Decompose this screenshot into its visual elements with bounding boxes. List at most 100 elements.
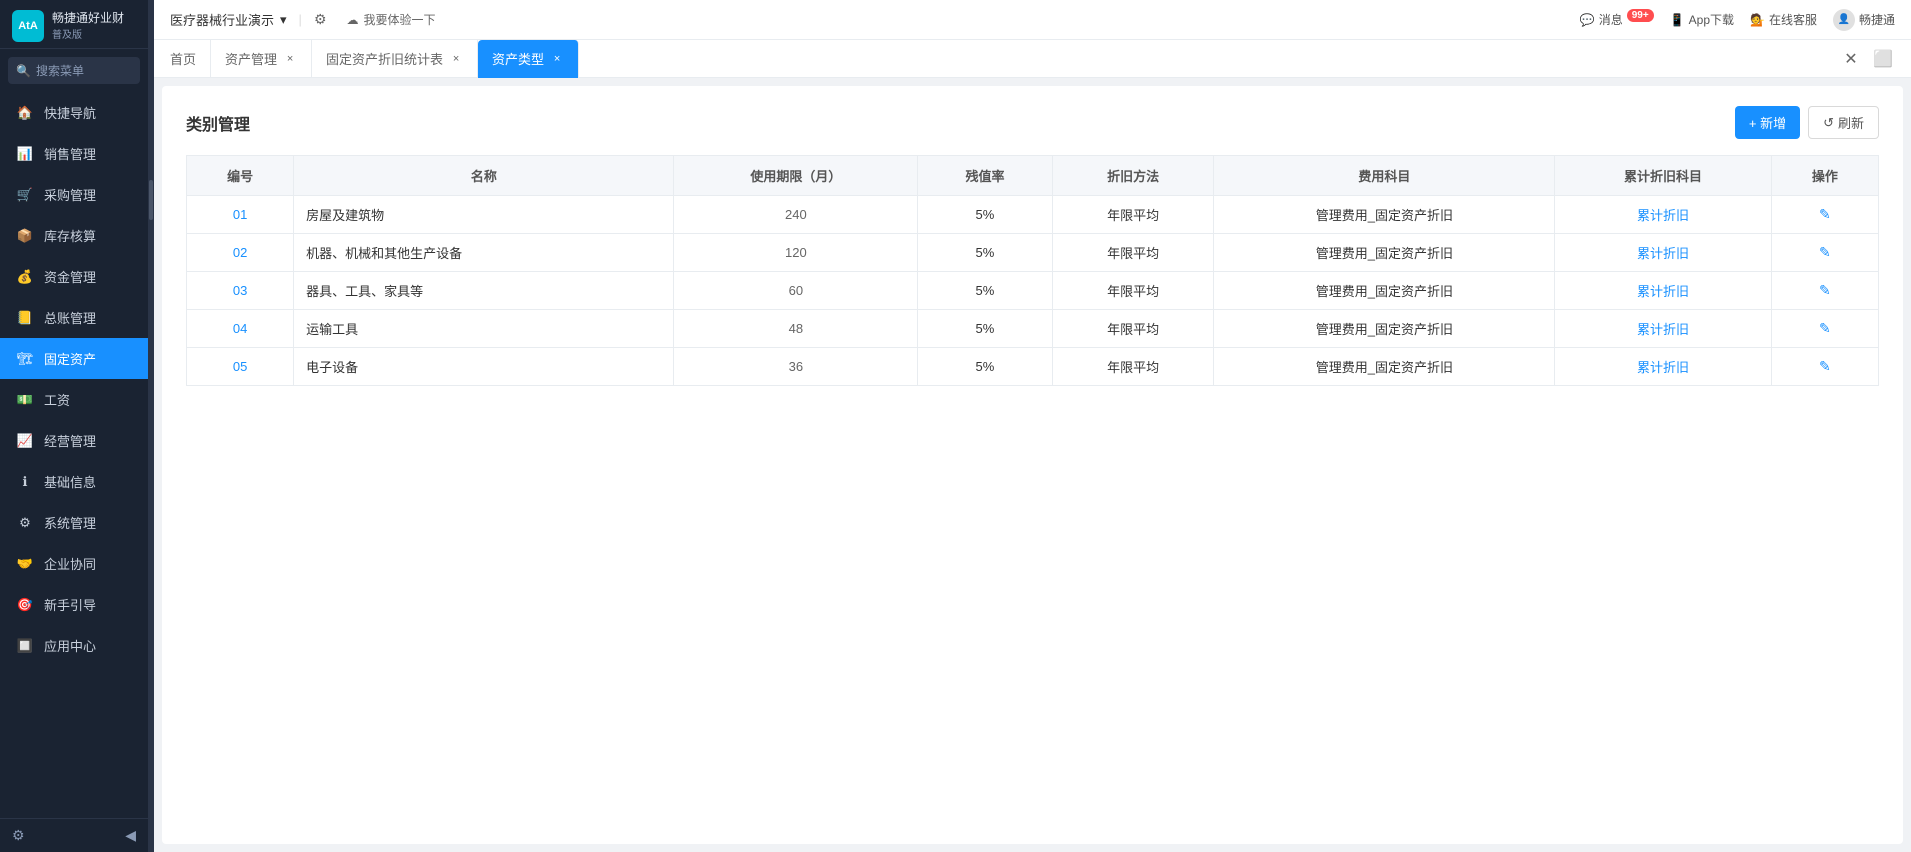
sidebar-item-sales[interactable]: 📊 销售管理 bbox=[0, 133, 148, 174]
enterprise-icon: 🤝 bbox=[16, 555, 34, 573]
sidebar-item-label: 快捷导航 bbox=[44, 103, 96, 122]
sidebar-item-label: 总账管理 bbox=[44, 308, 96, 327]
message-btn[interactable]: 💬 消息 99+ bbox=[1580, 11, 1654, 28]
cell-residual: 5% bbox=[918, 272, 1052, 310]
beginner-icon: 🎯 bbox=[16, 596, 34, 614]
sidebar-item-ledger[interactable]: 📒 总账管理 bbox=[0, 297, 148, 338]
tab-home[interactable]: 首页 bbox=[170, 40, 211, 78]
sidebar-item-capital[interactable]: 💰 资金管理 bbox=[0, 256, 148, 297]
sidebar-item-enterprise[interactable]: 🤝 企业协同 bbox=[0, 543, 148, 584]
message-icon: 💬 bbox=[1580, 13, 1595, 27]
collapse-icon[interactable]: ◀ bbox=[125, 827, 136, 844]
tab-asset-type-close[interactable]: × bbox=[550, 52, 564, 66]
sidebar-item-label: 销售管理 bbox=[44, 144, 96, 163]
tabbar-actions: ✕ ⬜ bbox=[1839, 47, 1895, 71]
page-actions: + 新增 ↺ 刷新 bbox=[1735, 106, 1879, 139]
sidebar-item-beginner[interactable]: 🎯 新手引导 bbox=[0, 584, 148, 625]
add-button[interactable]: + 新增 bbox=[1735, 106, 1800, 139]
refresh-button[interactable]: ↺ 刷新 bbox=[1808, 106, 1879, 139]
experience-label: 我要体验一下 bbox=[364, 11, 436, 28]
tab-asset-mgmt-close[interactable]: × bbox=[283, 52, 297, 66]
app-logo-icon: AtA bbox=[12, 10, 44, 42]
cell-action[interactable]: ✎ bbox=[1771, 196, 1878, 234]
header-right: 💬 消息 99+ 📱 App下载 💁 在线客服 👤 畅捷通 bbox=[1580, 9, 1895, 31]
tab-asset-type[interactable]: 资产类型 × bbox=[478, 40, 579, 78]
app-edition: 普及版 bbox=[52, 26, 124, 41]
sidebar-item-fixed-assets[interactable]: 🏗 固定资产 bbox=[0, 338, 148, 379]
sidebar-item-inventory[interactable]: 📦 库存核算 bbox=[0, 215, 148, 256]
cell-expense: 管理费用_固定资产折旧 bbox=[1214, 196, 1555, 234]
cell-name: 电子设备 bbox=[294, 348, 674, 386]
cell-action[interactable]: ✎ bbox=[1771, 310, 1878, 348]
app-name: 畅捷通好业财 bbox=[52, 11, 124, 27]
sidebar-item-payroll[interactable]: 💵 工资 bbox=[0, 379, 148, 420]
tab-depreciation-report[interactable]: 固定资产折旧统计表 × bbox=[312, 40, 478, 78]
message-badge: 99+ bbox=[1627, 9, 1654, 22]
col-name: 名称 bbox=[294, 156, 674, 196]
sidebar-logo: AtA 畅捷通好业财 普及版 bbox=[0, 0, 148, 49]
cell-period: 240 bbox=[674, 196, 918, 234]
cell-code: 05 bbox=[187, 348, 294, 386]
cell-code: 01 bbox=[187, 196, 294, 234]
tab-asset-mgmt-label: 资产管理 bbox=[225, 49, 277, 68]
sidebar-logo-info: 畅捷通好业财 普及版 bbox=[52, 11, 124, 42]
app-selector-label: 医疗器械行业演示 bbox=[170, 10, 274, 29]
settings-icon[interactable]: ⚙ bbox=[12, 827, 25, 844]
ledger-icon: 📒 bbox=[16, 309, 34, 327]
sidebar-item-label: 应用中心 bbox=[44, 636, 96, 655]
header-gear-icon[interactable]: ⚙ bbox=[314, 11, 327, 28]
fixed-assets-icon: 🏗 bbox=[16, 350, 34, 368]
tab-depreciation-close[interactable]: × bbox=[449, 52, 463, 66]
table-row: 04 运输工具 48 5% 年限平均 管理费用_固定资产折旧 累计折旧 ✎ bbox=[187, 310, 1879, 348]
cell-method: 年限平均 bbox=[1052, 234, 1214, 272]
quick-nav-icon: 🏠 bbox=[16, 104, 34, 122]
cell-accumulated: 累计折旧 bbox=[1555, 196, 1771, 234]
cell-action[interactable]: ✎ bbox=[1771, 348, 1878, 386]
refresh-icon: ↺ bbox=[1823, 115, 1834, 131]
table-header-row: 编号 名称 使用期限（月） 残值率 折旧方法 费用科目 累计折旧科目 操作 bbox=[187, 156, 1879, 196]
cell-code: 04 bbox=[187, 310, 294, 348]
basic-info-icon: ℹ bbox=[16, 473, 34, 491]
cell-expense: 管理费用_固定资产折旧 bbox=[1214, 234, 1555, 272]
cell-code: 03 bbox=[187, 272, 294, 310]
cell-action[interactable]: ✎ bbox=[1771, 234, 1878, 272]
cell-method: 年限平均 bbox=[1052, 272, 1214, 310]
purchase-icon: 🛒 bbox=[16, 186, 34, 204]
cell-name: 房屋及建筑物 bbox=[294, 196, 674, 234]
user-profile[interactable]: 👤 畅捷通 bbox=[1833, 9, 1895, 31]
app-selector[interactable]: 医疗器械行业演示 ▾ bbox=[170, 10, 287, 29]
sidebar-item-purchase[interactable]: 🛒 采购管理 bbox=[0, 174, 148, 215]
sidebar-item-label: 库存核算 bbox=[44, 226, 96, 245]
sidebar-item-quick-nav[interactable]: 🏠 快捷导航 bbox=[0, 92, 148, 133]
edit-icon[interactable]: ✎ bbox=[1819, 282, 1831, 298]
edit-icon[interactable]: ✎ bbox=[1819, 358, 1831, 374]
tab-bar: 首页 资产管理 × 固定资产折旧统计表 × 资产类型 × ✕ ⬜ bbox=[154, 40, 1911, 78]
app-download-btn[interactable]: 📱 App下载 bbox=[1670, 11, 1734, 28]
online-service-btn[interactable]: 💁 在线客服 bbox=[1750, 11, 1817, 28]
sidebar-footer: ⚙ ◀ bbox=[0, 818, 148, 852]
edit-icon[interactable]: ✎ bbox=[1819, 320, 1831, 336]
sidebar-item-basic-info[interactable]: ℹ 基础信息 bbox=[0, 461, 148, 502]
top-header: 医疗器械行业演示 ▾ | ⚙ ☁ 我要体验一下 💬 消息 99+ 📱 App下载… bbox=[154, 0, 1911, 40]
table-row: 01 房屋及建筑物 240 5% 年限平均 管理费用_固定资产折旧 累计折旧 ✎ bbox=[187, 196, 1879, 234]
tab-maximize-btn[interactable]: ⬜ bbox=[1871, 47, 1895, 71]
tab-asset-mgmt[interactable]: 资产管理 × bbox=[211, 40, 312, 78]
sidebar-item-label: 系统管理 bbox=[44, 513, 96, 532]
sidebar-item-operations[interactable]: 📈 经营管理 bbox=[0, 420, 148, 461]
tab-close-window-btn[interactable]: ✕ bbox=[1839, 47, 1863, 71]
cell-method: 年限平均 bbox=[1052, 196, 1214, 234]
avatar: 👤 bbox=[1833, 9, 1855, 31]
edit-icon[interactable]: ✎ bbox=[1819, 244, 1831, 260]
sidebar-nav: 🏠 快捷导航 📊 销售管理 🛒 采购管理 📦 库存核算 💰 资金管理 📒 总账管… bbox=[0, 92, 148, 818]
sidebar-item-label: 基础信息 bbox=[44, 472, 96, 491]
tab-home-label: 首页 bbox=[170, 49, 196, 68]
experience-btn[interactable]: ☁ 我要体验一下 bbox=[347, 11, 436, 28]
sidebar-item-app-center[interactable]: 🔲 应用中心 bbox=[0, 625, 148, 666]
sidebar-search[interactable]: 🔍 搜索菜单 bbox=[8, 57, 140, 84]
edit-icon[interactable]: ✎ bbox=[1819, 206, 1831, 222]
cell-accumulated: 累计折旧 bbox=[1555, 272, 1771, 310]
sidebar-item-system[interactable]: ⚙ 系统管理 bbox=[0, 502, 148, 543]
cell-action[interactable]: ✎ bbox=[1771, 272, 1878, 310]
service-icon: 💁 bbox=[1750, 13, 1765, 27]
header-divider: | bbox=[299, 12, 302, 27]
